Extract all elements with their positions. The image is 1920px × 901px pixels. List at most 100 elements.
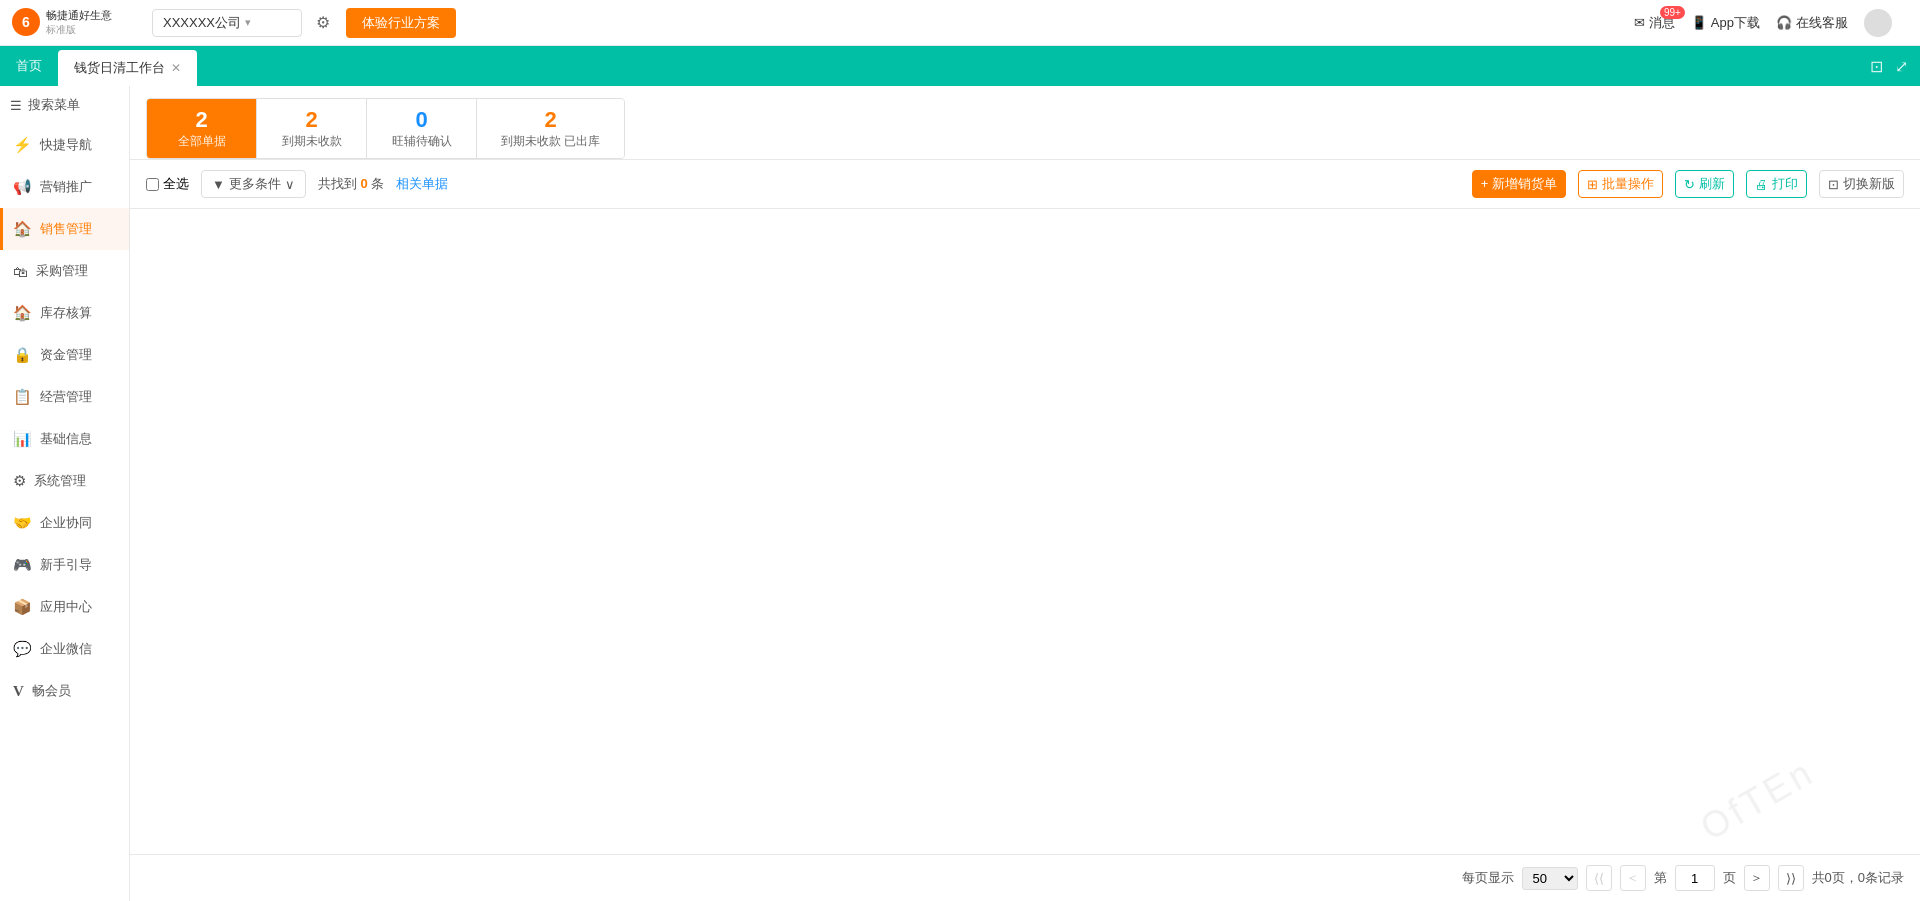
message-btn[interactable]: ✉ 消息 99 <box>1634 14 1675 32</box>
total-text: 共0页，0条记录 <box>1812 869 1904 887</box>
refresh-btn[interactable]: ↻ 刷新 <box>1675 170 1734 198</box>
per-page-select[interactable]: 50 100 200 <box>1522 867 1578 890</box>
close-icon[interactable]: ✕ <box>171 61 181 75</box>
status-tabs-bar: 2 全部单据 2 到期未收款 0 旺辅待确认 2 到期未收款 已出库 <box>130 86 1920 160</box>
tab-all-label: 全部单据 <box>178 134 226 148</box>
minimize-btn[interactable]: ⊡ <box>1866 53 1887 80</box>
refresh-label: 刷新 <box>1699 175 1725 193</box>
found-prefix: 共找到 <box>318 176 357 191</box>
settings-button[interactable]: ⚙ <box>308 8 338 38</box>
cooperation-label: 企业协同 <box>40 514 92 532</box>
content-area: 2 全部单据 2 到期未收款 0 旺辅待确认 2 到期未收款 已出库 <box>130 86 1920 901</box>
avatar[interactable] <box>1864 9 1892 37</box>
next-page-btn[interactable]: ＞ <box>1744 865 1770 891</box>
nav-tabs: 首页 钱货日清工作台 ✕ ⊡ ⤢ <box>0 46 1920 86</box>
toolbar-right: + 新增销货单 ⊞ 批量操作 ↻ 刷新 🖨 打印 ⊡ 切换新版 <box>1472 170 1904 198</box>
batch-icon: ⊞ <box>1587 177 1598 192</box>
operations-label: 经营管理 <box>40 388 92 406</box>
header-right: ✉ 消息 99 📱 App下载 🎧 在线客服 <box>1634 9 1908 37</box>
guide-label: 新手引导 <box>40 556 92 574</box>
sales-icon: 🏠 <box>13 220 32 238</box>
per-page-label: 每页显示 <box>1462 869 1514 887</box>
add-sale-btn[interactable]: + 新增销货单 <box>1472 170 1566 198</box>
sidebar-item-cooperation[interactable]: 🤝 企业协同 <box>0 502 129 544</box>
home-tab-label: 首页 <box>16 57 42 75</box>
purchase-icon: 🛍 <box>13 263 28 280</box>
tab-work[interactable]: 钱货日清工作台 ✕ <box>58 50 197 86</box>
filter-btn[interactable]: ▼ 更多条件 ∨ <box>201 170 306 198</box>
first-page-btn[interactable]: ⟨⟨ <box>1586 865 1612 891</box>
sidebar-item-corp-wechat[interactable]: 💬 企业微信 <box>0 628 129 670</box>
operations-icon: 📋 <box>13 388 32 406</box>
work-tab-label: 钱货日清工作台 <box>74 59 165 77</box>
sidebar-item-sales[interactable]: 🏠 销售管理 <box>0 208 129 250</box>
batch-label: 批量操作 <box>1602 175 1654 193</box>
sidebar-item-system[interactable]: ⚙ 系统管理 <box>0 460 129 502</box>
tab-overdue-out-label: 到期未收款 已出库 <box>501 134 600 148</box>
marketing-icon: 📢 <box>13 178 32 196</box>
select-all-label[interactable]: 全选 <box>146 175 189 193</box>
member-icon: V <box>13 683 24 700</box>
tab-pending[interactable]: 0 旺辅待确认 <box>367 99 477 158</box>
nav-right-btns: ⊡ ⤢ <box>1866 46 1920 86</box>
finance-icon: 🔒 <box>13 346 32 364</box>
sidebar-item-operations[interactable]: 📋 经营管理 <box>0 376 129 418</box>
select-all-checkbox[interactable] <box>146 178 159 191</box>
chevron-down-icon: ∨ <box>285 177 295 192</box>
sidebar-item-marketing[interactable]: 📢 营销推广 <box>0 166 129 208</box>
prev-page-btn[interactable]: ＜ <box>1620 865 1646 891</box>
tab-all[interactable]: 2 全部单据 <box>147 99 257 158</box>
message-badge: 99 <box>1660 6 1685 19</box>
maximize-btn[interactable]: ⤢ <box>1891 53 1912 80</box>
print-label: 打印 <box>1772 175 1798 193</box>
headset-icon: 🎧 <box>1776 15 1792 30</box>
tab-overdue[interactable]: 2 到期未收款 <box>257 99 367 158</box>
search-menu-btn[interactable]: ☰ 搜索菜单 <box>0 86 129 124</box>
page-label: 第 <box>1654 869 1667 887</box>
search-menu-label: 搜索菜单 <box>28 96 80 114</box>
message-icon: ✉ <box>1634 15 1645 30</box>
sidebar-item-basic-info[interactable]: 📊 基础信息 <box>0 418 129 460</box>
sidebar-item-purchase[interactable]: 🛍 采购管理 <box>0 250 129 292</box>
page-input[interactable] <box>1675 865 1715 891</box>
tab-pending-label: 旺辅待确认 <box>392 134 452 148</box>
logo-sub: 标准版 <box>46 23 112 37</box>
print-btn[interactable]: 🖨 打印 <box>1746 170 1807 198</box>
status-tabs: 2 全部单据 2 到期未收款 0 旺辅待确认 2 到期未收款 已出库 <box>146 98 625 159</box>
switch-version-btn[interactable]: ⊡ 切换新版 <box>1819 170 1904 198</box>
online-service-btn[interactable]: 🎧 在线客服 <box>1776 14 1848 32</box>
tab-overdue-out[interactable]: 2 到期未收款 已出库 <box>477 99 624 158</box>
app-download-btn[interactable]: 📱 App下载 <box>1691 14 1760 32</box>
sidebar-item-app-center[interactable]: 📦 应用中心 <box>0 586 129 628</box>
switch-icon: ⊡ <box>1828 177 1839 192</box>
sidebar-item-inventory[interactable]: 🏠 库存核算 <box>0 292 129 334</box>
cooperation-icon: 🤝 <box>13 514 32 532</box>
company-selector[interactable]: XXXXXX公司 ▾ <box>152 9 302 37</box>
tab-overdue-out-count: 2 <box>501 107 600 133</box>
last-page-btn[interactable]: ⟩⟩ <box>1778 865 1804 891</box>
logo-icon: 6 <box>12 8 40 36</box>
company-name: XXXXXX公司 <box>163 14 241 32</box>
top-header: 6 畅捷通好生意 标准版 XXXXXX公司 ▾ ⚙ 体验行业方案 ✉ 消息 99… <box>0 0 1920 46</box>
sidebar-item-member[interactable]: V 畅会员 <box>0 670 129 712</box>
sales-label: 销售管理 <box>40 220 92 238</box>
sidebar-item-guide[interactable]: 🎮 新手引导 <box>0 544 129 586</box>
sidebar-item-quick-nav[interactable]: ⚡ 快捷导航 <box>0 124 129 166</box>
batch-btn[interactable]: ⊞ 批量操作 <box>1578 170 1663 198</box>
found-text: 共找到 0 条 <box>318 175 384 193</box>
select-all-text: 全选 <box>163 175 189 193</box>
sidebar-item-finance[interactable]: 🔒 资金管理 <box>0 334 129 376</box>
table-area <box>130 209 1920 854</box>
download-icon: 📱 <box>1691 15 1707 30</box>
tab-home[interactable]: 首页 <box>0 46 58 86</box>
filter-icon: ▼ <box>212 177 225 192</box>
toolbar-left: 全选 ▼ 更多条件 ∨ 共找到 0 条 相关单据 <box>146 170 448 198</box>
related-link[interactable]: 相关单据 <box>396 175 448 193</box>
pagination-bar: 每页显示 50 100 200 ⟨⟨ ＜ 第 页 ＞ ⟩⟩ 共0页，0条记录 <box>130 854 1920 901</box>
print-icon: 🖨 <box>1755 177 1768 192</box>
chevron-down-icon: ▾ <box>245 16 251 29</box>
page-suffix: 页 <box>1723 869 1736 887</box>
app-center-label: 应用中心 <box>40 598 92 616</box>
trial-btn[interactable]: 体验行业方案 <box>346 8 456 38</box>
corp-wechat-label: 企业微信 <box>40 640 92 658</box>
